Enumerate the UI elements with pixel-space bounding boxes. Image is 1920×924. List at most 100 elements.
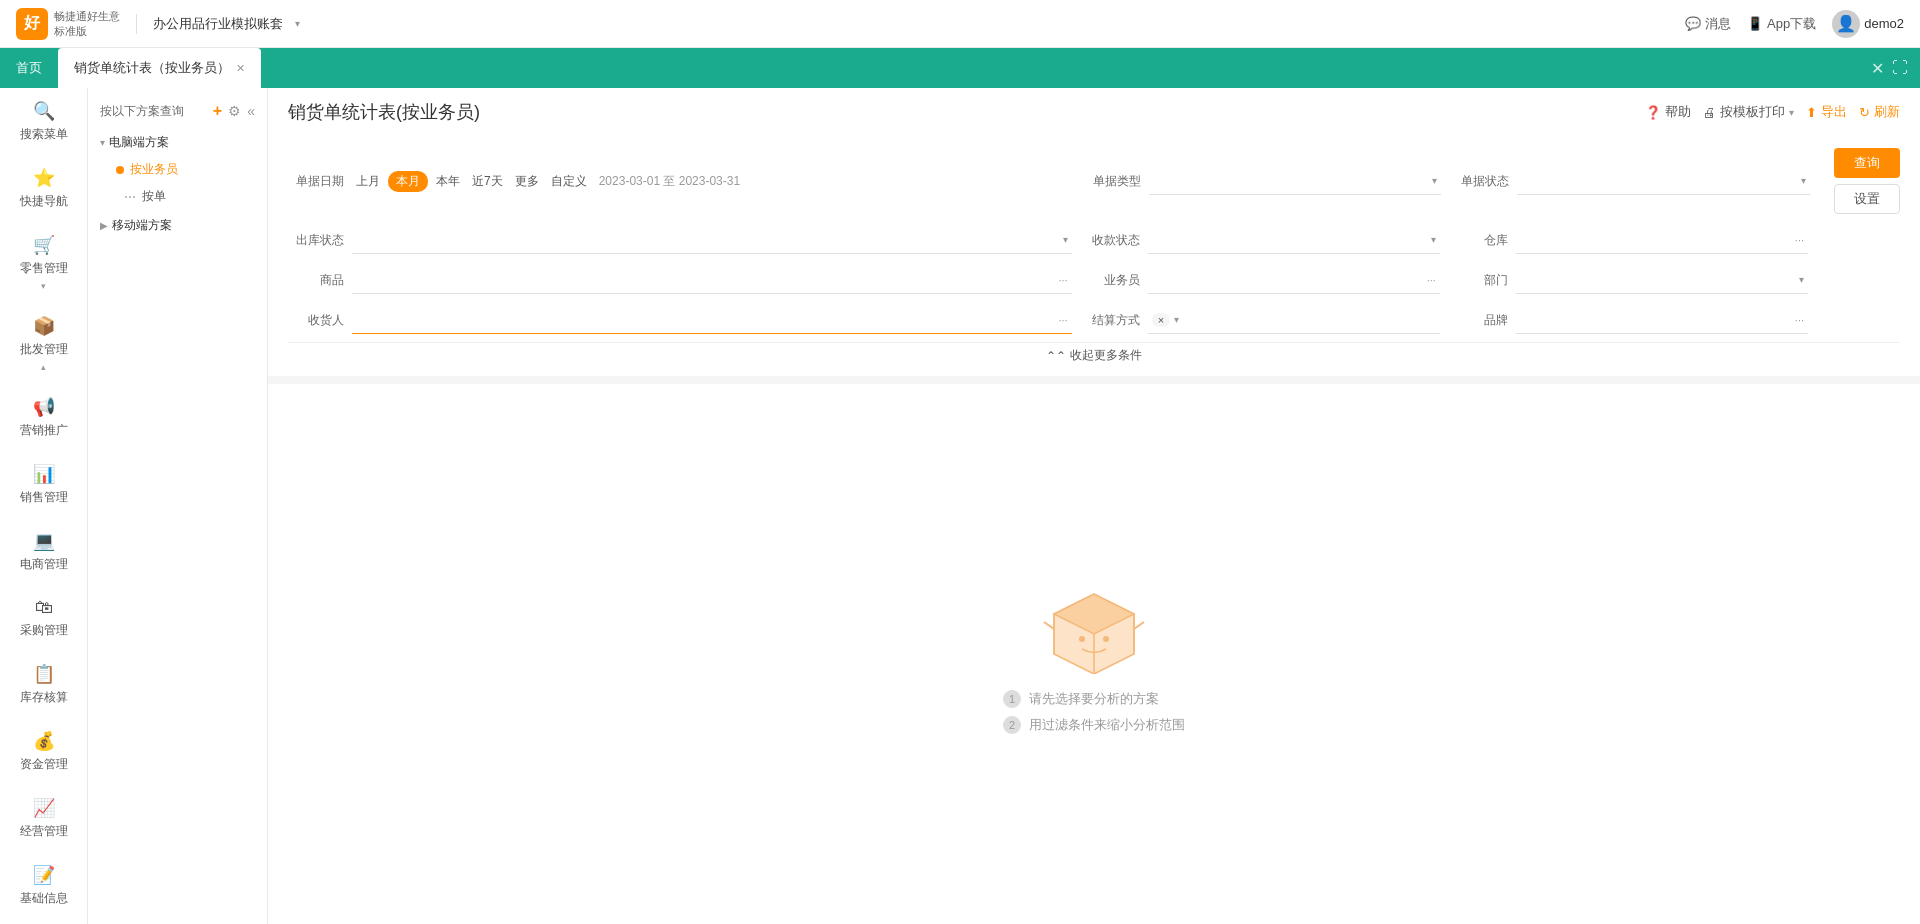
tip-num-2: 2: [1003, 716, 1021, 734]
data-area: 1 请先选择要分析的方案 2 用过滤条件来缩小分析范围: [268, 384, 1920, 924]
collapse-panel-icon[interactable]: «: [247, 103, 255, 119]
sidebar-ecommerce-label: 电商管理: [20, 556, 68, 573]
add-scheme-icon[interactable]: +: [213, 102, 222, 120]
right-content: 销货单统计表(按业务员) ❓ 帮助 🖨 按模板打印 ▾: [268, 88, 1920, 924]
left-panel-icons: + ⚙ «: [213, 102, 255, 120]
logo-text: 畅捷通好生意 标准版: [54, 9, 120, 38]
sidebar-item-ecommerce[interactable]: 💻 电商管理: [0, 518, 87, 585]
app-title-dropdown[interactable]: ▾: [295, 18, 300, 29]
doc-status-control[interactable]: ▾: [1517, 167, 1810, 195]
quicknav-icon: ⭐: [33, 167, 55, 189]
sidebar-finance-label: 资金管理: [20, 756, 68, 773]
warehouse-more[interactable]: ···: [1795, 234, 1804, 246]
payment-status-label: 收款状态: [1084, 232, 1140, 249]
settings-scheme-icon[interactable]: ⚙: [228, 103, 241, 119]
mobile-group-label: 移动端方案: [112, 217, 172, 234]
sidebar-item-inventory[interactable]: 📋 库存核算: [0, 651, 87, 718]
sidebar-item-sales[interactable]: 📊 销售管理: [0, 451, 87, 518]
brand-control[interactable]: ···: [1516, 306, 1808, 334]
staff-control[interactable]: ···: [1148, 266, 1440, 294]
department-control[interactable]: ▾: [1516, 266, 1808, 294]
settings-button[interactable]: 设置: [1834, 184, 1900, 214]
ecommerce-icon: 💻: [33, 530, 55, 552]
outbound-control[interactable]: ▾: [352, 226, 1072, 254]
sidebar-item-system[interactable]: ⚙️ 系统管理: [0, 919, 87, 924]
tab-close-all-icon[interactable]: ✕: [1871, 59, 1884, 78]
sidebar-item-quick-nav[interactable]: ⭐ 快捷导航: [0, 155, 87, 222]
operation-icon: 📈: [33, 797, 55, 819]
scheme-group-desktop-title[interactable]: ▾ 电脑端方案: [88, 130, 267, 155]
date-btn-more[interactable]: 更多: [511, 171, 543, 192]
sidebar-item-wholesale[interactable]: 📦 批发管理 ▴: [0, 303, 87, 384]
date-label: 单据日期: [288, 173, 344, 190]
refresh-btn[interactable]: ↻ 刷新: [1859, 103, 1900, 121]
tab-fullscreen-icon[interactable]: ⛶: [1892, 59, 1908, 77]
message-icon: 💬: [1685, 16, 1701, 31]
query-button[interactable]: 查询: [1834, 148, 1900, 178]
product-control[interactable]: ···: [352, 266, 1072, 294]
app-title: 办公用品行业模拟账套: [153, 15, 283, 33]
product-more[interactable]: ···: [1058, 274, 1067, 286]
page-wrapper: 按以下方案查询 + ⚙ « ▾ 电脑端方案 按业务员: [88, 88, 1920, 924]
sidebar-item-marketing[interactable]: 📢 营销推广: [0, 384, 87, 451]
logo-icon: 好: [16, 8, 48, 40]
sidebar-item-operation[interactable]: 📈 经营管理: [0, 785, 87, 852]
wholesale-arrow: ▴: [41, 362, 46, 372]
topbar-right: 💬 消息 📱 App下载 👤 demo2: [1685, 10, 1904, 38]
tab-sales-stat-label: 销货单统计表（按业务员）: [74, 59, 230, 77]
tabbar: 首页 销货单统计表（按业务员） ✕ ✕ ⛶: [0, 48, 1920, 88]
sidebar-item-search[interactable]: 🔍 搜索菜单: [0, 88, 87, 155]
tab-close-icon[interactable]: ✕: [236, 62, 245, 75]
outbound-label: 出库状态: [288, 232, 344, 249]
date-btn-7days[interactable]: 近7天: [468, 171, 507, 192]
empty-tip-2: 2 用过滤条件来缩小分析范围: [1003, 716, 1185, 734]
message-btn[interactable]: 💬 消息: [1685, 15, 1731, 33]
consignee-more[interactable]: ···: [1058, 314, 1067, 326]
sidebar-item-basic[interactable]: 📝 基础信息: [0, 852, 87, 919]
consignee-control[interactable]: ···: [352, 306, 1072, 334]
sidebar-item-purchase[interactable]: 🛍 采购管理: [0, 585, 87, 651]
sidebar-basic-label: 基础信息: [20, 890, 68, 907]
brand-more[interactable]: ···: [1795, 314, 1804, 326]
payment-status-control[interactable]: ▾: [1148, 226, 1440, 254]
sidebar-sales-label: 销售管理: [20, 489, 68, 506]
staff-more[interactable]: ···: [1427, 274, 1436, 286]
finance-icon: 💰: [33, 730, 55, 752]
date-btn-custom[interactable]: 自定义: [547, 171, 591, 192]
product-label: 商品: [288, 272, 344, 289]
doc-type-control[interactable]: ▾: [1149, 167, 1442, 195]
sidebar-wholesale-label: 批发管理: [20, 341, 68, 358]
purchase-icon: 🛍: [35, 597, 53, 618]
payment-method-label: 结算方式: [1084, 312, 1140, 329]
scheme-item-by-staff[interactable]: 按业务员: [88, 155, 267, 184]
page-actions: ❓ 帮助 🖨 按模板打印 ▾ ⬆ 导出: [1645, 103, 1900, 121]
sidebar-item-retail[interactable]: 🛒 零售管理 ▾: [0, 222, 87, 303]
scheme-group-desktop: ▾ 电脑端方案 按业务员 ⋯ 按单: [88, 130, 267, 209]
date-btn-last-month[interactable]: 上月: [352, 171, 384, 192]
export-btn[interactable]: ⬆ 导出: [1806, 103, 1847, 121]
warehouse-control[interactable]: ···: [1516, 226, 1808, 254]
logo-area: 好 畅捷通好生意 标准版: [16, 8, 120, 40]
tab-sales-stat[interactable]: 销货单统计表（按业务员） ✕: [58, 48, 261, 88]
outbound-arrow: ▾: [1063, 234, 1068, 245]
collapse-btn[interactable]: ⌃⌃ 收起更多条件: [1046, 347, 1142, 364]
scheme-group-mobile: ▶ 移动端方案: [88, 213, 267, 238]
help-btn[interactable]: ❓ 帮助: [1645, 103, 1691, 121]
payment-method-tag: ×: [1152, 313, 1170, 327]
tabbar-right: ✕ ⛶: [1871, 59, 1920, 78]
scheme-group-mobile-title[interactable]: ▶ 移动端方案: [88, 213, 267, 238]
download-btn[interactable]: 📱 App下载: [1747, 15, 1816, 33]
date-btn-this-month[interactable]: 本月: [388, 171, 428, 192]
date-btn-this-year[interactable]: 本年: [432, 171, 464, 192]
scheme-sub-by-order[interactable]: ⋯ 按单: [88, 184, 267, 209]
template-print-btn[interactable]: 🖨 按模板打印 ▾: [1703, 103, 1794, 121]
consignee-label: 收货人: [288, 312, 344, 329]
payment-method-control[interactable]: × ▾: [1148, 306, 1440, 334]
left-panel: 按以下方案查询 + ⚙ « ▾ 电脑端方案 按业务员: [88, 88, 268, 924]
sidebar-item-finance[interactable]: 💰 资金管理: [0, 718, 87, 785]
payment-method-tag-close[interactable]: ×: [1158, 314, 1164, 326]
sales-icon: 📊: [33, 463, 55, 485]
user-area[interactable]: 👤 demo2: [1832, 10, 1904, 38]
tab-home[interactable]: 首页: [0, 48, 58, 88]
date-filter-group: 上月 本月 本年 近7天 更多 自定义: [352, 171, 591, 192]
